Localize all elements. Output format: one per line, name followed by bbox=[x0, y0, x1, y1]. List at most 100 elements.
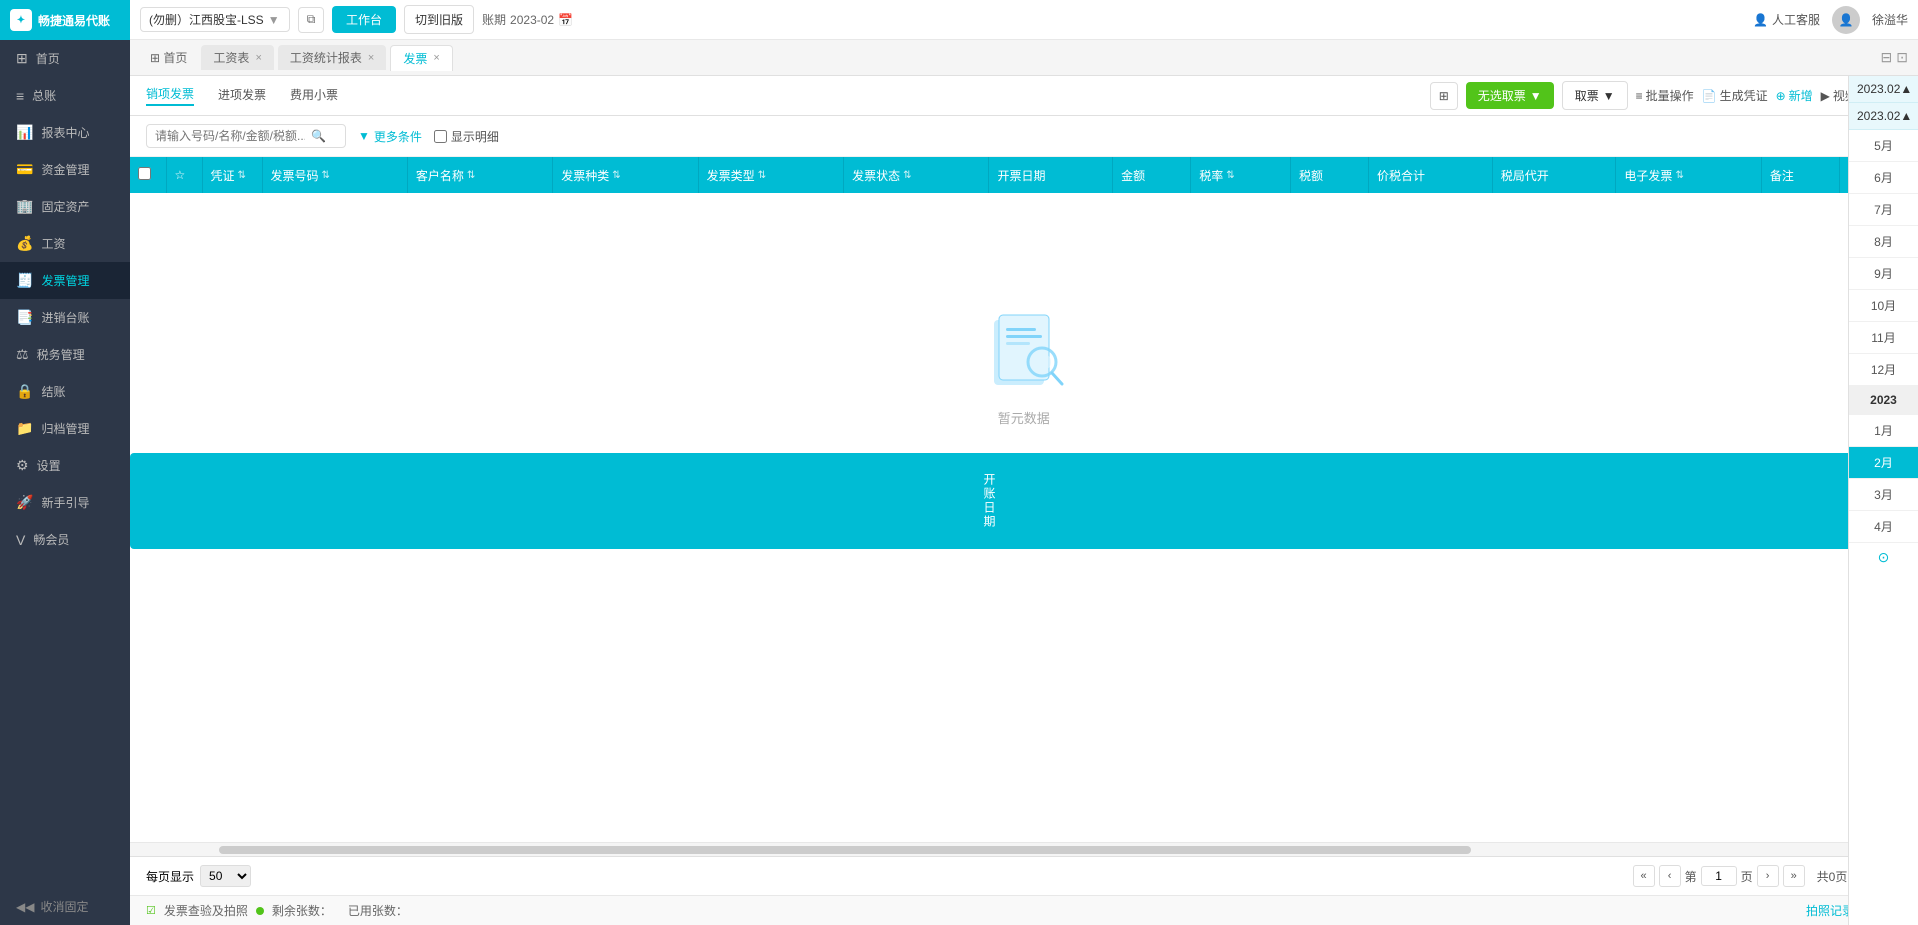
prev-page-btn[interactable]: ‹ bbox=[1659, 865, 1681, 887]
show-detail-checkbox[interactable]: 显示明细 bbox=[434, 128, 499, 145]
video-icon: ▶ bbox=[1821, 89, 1830, 103]
invoice-no-sort-icon[interactable]: ⇅ bbox=[322, 170, 330, 181]
date-panel-month-11-2022[interactable]: 11月 bbox=[1849, 322, 1918, 354]
month-9-label: 9月 bbox=[1874, 267, 1893, 281]
sidebar-label-sales-ledger: 进销台账 bbox=[41, 309, 89, 326]
tab-salary-stats[interactable]: 工资统计报表 × bbox=[278, 45, 386, 70]
month-11-label: 11月 bbox=[1871, 331, 1895, 345]
subtab-purchase-invoice[interactable]: 进项发票 bbox=[218, 86, 266, 105]
scrollbar-thumb[interactable] bbox=[219, 846, 1471, 854]
th-cert: 凭证 ⇅ bbox=[202, 157, 262, 193]
show-detail-check[interactable] bbox=[434, 130, 447, 143]
workbench-button[interactable]: 工作台 bbox=[332, 6, 396, 33]
salary-icon: 💰 bbox=[16, 235, 33, 252]
sidebar-item-home[interactable]: ⊞ 首页 bbox=[0, 40, 130, 77]
invoice-category-sort-icon[interactable]: ⇅ bbox=[758, 170, 766, 181]
user-avatar[interactable]: 👤 bbox=[1832, 6, 1860, 34]
sidebar-item-settings[interactable]: ⚙ 设置 bbox=[0, 447, 130, 484]
last-page-btn[interactable]: » bbox=[1783, 865, 1805, 887]
date-panel-month-1-2023[interactable]: 1月 bbox=[1849, 415, 1918, 447]
th-remark: 备注 bbox=[1761, 157, 1839, 193]
check-label: 发票查验及拍照 bbox=[164, 902, 248, 919]
tab-invoice[interactable]: 发票 × bbox=[390, 45, 452, 71]
amount-label: 金额 bbox=[1121, 167, 1145, 184]
company-selector[interactable]: (勿删）江西股宝-LSS ▼ bbox=[140, 7, 290, 32]
open-period-button[interactable]: 开账日期 bbox=[130, 453, 1848, 549]
sidebar-item-reports[interactable]: 📊 报表中心 bbox=[0, 114, 130, 151]
no-selection-btn[interactable]: 无选取票 ▼ bbox=[1466, 82, 1554, 109]
service-icon: 👤 bbox=[1753, 13, 1768, 27]
sidebar-item-archive[interactable]: 📁 归档管理 bbox=[0, 410, 130, 447]
subtab-sales-invoice[interactable]: 销项发票 bbox=[146, 85, 194, 106]
invoice-status-sort-icon[interactable]: ⇅ bbox=[903, 170, 911, 181]
copy-company-btn[interactable]: ⧉ bbox=[298, 7, 324, 33]
date-panel-period-2: 2023.02 bbox=[1857, 109, 1900, 123]
e-invoice-sort-icon[interactable]: ⇅ bbox=[1675, 170, 1683, 181]
sidebar-item-sales-ledger[interactable]: 📑 进销台账 bbox=[0, 299, 130, 336]
horizontal-scrollbar[interactable] bbox=[130, 842, 1918, 856]
empty-state-illustration bbox=[974, 310, 1074, 400]
sidebar-item-guide[interactable]: 🚀 新手引导 bbox=[0, 484, 130, 521]
salary-table-tab-close-icon[interactable]: × bbox=[255, 52, 261, 64]
select-all-checkbox[interactable] bbox=[138, 167, 151, 180]
collapse-sidebar-btn[interactable]: ◀◀ 收消固定 bbox=[0, 888, 130, 925]
date-panel-month-6-2022[interactable]: 6月 bbox=[1849, 162, 1918, 194]
salary-stats-tab-label: 工资统计报表 bbox=[290, 49, 362, 66]
open-date-label: 开票日期 bbox=[997, 167, 1045, 184]
service-button[interactable]: 👤 人工客服 bbox=[1753, 11, 1820, 28]
date-panel-month-10-2022[interactable]: 10月 bbox=[1849, 290, 1918, 322]
subtab-expense-receipt[interactable]: 费用小票 bbox=[290, 86, 338, 105]
customer-sort-icon[interactable]: ⇅ bbox=[467, 170, 475, 181]
date-panel-month-4-2023[interactable]: 4月 bbox=[1849, 511, 1918, 543]
first-page-btn[interactable]: « bbox=[1633, 865, 1655, 887]
date-panel-month-3-2023[interactable]: 3月 bbox=[1849, 479, 1918, 511]
search-box: 🔍 bbox=[146, 124, 346, 148]
history-link[interactable]: 拍照记录 bbox=[1806, 902, 1854, 919]
tab-home[interactable]: ⊞ 首页 bbox=[140, 45, 197, 70]
page-number-input[interactable] bbox=[1701, 866, 1737, 886]
search-input[interactable] bbox=[155, 129, 305, 143]
minimize-window-btn[interactable]: ⊟ bbox=[1881, 49, 1893, 66]
month-3-2023-label: 3月 bbox=[1874, 488, 1893, 502]
take-ticket-btn[interactable]: 取票 ▼ bbox=[1562, 81, 1628, 110]
sidebar-item-invoice-mgmt[interactable]: 🧾 发票管理 bbox=[0, 262, 130, 299]
th-tax-code: 税局代开 bbox=[1492, 157, 1616, 193]
batch-ops-btn[interactable]: ≡ 批量操作 bbox=[1636, 87, 1694, 104]
invoice-type-sort-icon[interactable]: ⇅ bbox=[612, 170, 620, 181]
th-tax-amount-total: 价税合计 bbox=[1368, 157, 1492, 193]
date-panel-month-2-2023[interactable]: 2月 bbox=[1849, 447, 1918, 479]
per-page-select[interactable]: 50 100 bbox=[200, 865, 251, 887]
date-panel-month-12-2022[interactable]: 12月 bbox=[1849, 354, 1918, 386]
home-tab-icon: ⊞ bbox=[150, 51, 160, 65]
date-panel-month-8-2022[interactable]: 8月 bbox=[1849, 226, 1918, 258]
date-panel-header-2[interactable]: 2023.02 ▲ bbox=[1849, 103, 1918, 130]
sidebar-item-membership[interactable]: V 畅会员 bbox=[0, 521, 130, 558]
maximize-window-btn[interactable]: ⊡ bbox=[1896, 49, 1908, 66]
sidebar-item-close-books[interactable]: 🔒 结账 bbox=[0, 373, 130, 410]
date-panel-month-7-2022[interactable]: 7月 bbox=[1849, 194, 1918, 226]
new-btn[interactable]: ⊕ 新增 bbox=[1776, 87, 1813, 104]
more-conditions-btn[interactable]: ▼ 更多条件 bbox=[358, 128, 422, 145]
next-page-btn[interactable]: › bbox=[1757, 865, 1779, 887]
cert-sort-icon[interactable]: ⇅ bbox=[238, 170, 246, 181]
sidebar-item-fixed-assets[interactable]: 🏢 固定资产 bbox=[0, 188, 130, 225]
sidebar-item-tax-mgmt[interactable]: ⚖ 税务管理 bbox=[0, 336, 130, 373]
tax-rate-sort-icon[interactable]: ⇅ bbox=[1226, 170, 1234, 181]
sidebar-item-funds[interactable]: 💳 资金管理 bbox=[0, 151, 130, 188]
date-panel-header-top[interactable]: 2023.02 ▲ bbox=[1849, 76, 1918, 103]
date-panel-month-9-2022[interactable]: 9月 bbox=[1849, 258, 1918, 290]
date-panel-month-5-2022[interactable]: 5月 bbox=[1849, 130, 1918, 162]
month-7-label: 7月 bbox=[1874, 203, 1893, 217]
switch-version-button[interactable]: 切到旧版 bbox=[404, 5, 474, 34]
tab-salary-table[interactable]: 工资表 × bbox=[201, 45, 273, 70]
invoice-tab-close-icon[interactable]: × bbox=[433, 52, 439, 64]
salary-stats-tab-close-icon[interactable]: × bbox=[368, 52, 374, 64]
purchase-invoice-label: 进项发票 bbox=[218, 88, 266, 102]
th-open-date: 开票日期 bbox=[989, 157, 1113, 193]
sidebar-item-salary[interactable]: 💰 工资 bbox=[0, 225, 130, 262]
grid-view-btn[interactable]: ⊞ bbox=[1430, 82, 1458, 110]
sidebar-item-ledger[interactable]: ≡ 总账 bbox=[0, 77, 130, 114]
pagination-bar: 每页显示 50 100 « ‹ 第 页 › » 共0页，0条记录 bbox=[130, 856, 1918, 895]
generate-cert-btn[interactable]: 📄 生成凭证 bbox=[1702, 87, 1768, 104]
date-panel: 2023.02 ▲ 2023.02 ▲ 5月 6月 7月 8月 9月 bbox=[1848, 76, 1918, 925]
